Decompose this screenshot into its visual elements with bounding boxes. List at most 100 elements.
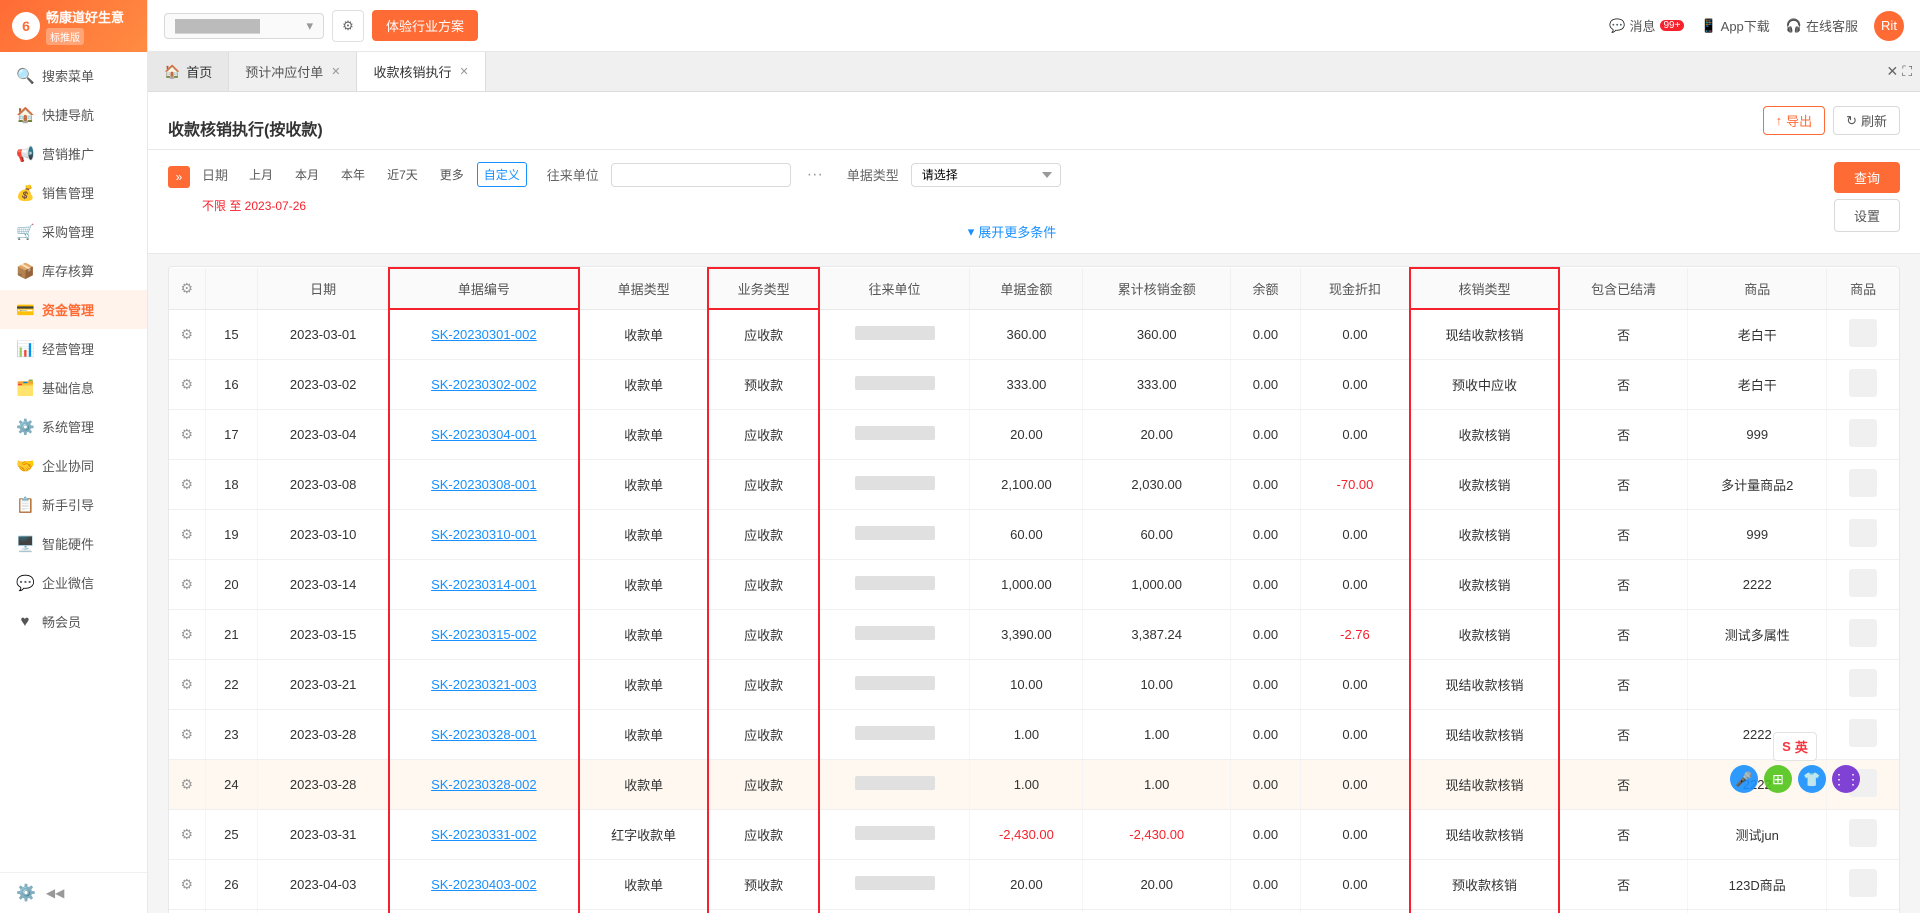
date-btn-this-month[interactable]: 本月 — [286, 162, 328, 187]
td-balance: 0.00 — [1230, 659, 1300, 709]
voucher-no-link[interactable]: SK-20230308-001 — [431, 477, 537, 492]
td-cash-discount: 0.00 — [1300, 659, 1410, 709]
row-gear-icon[interactable]: ⚙ — [180, 326, 193, 342]
td-date: 2023-03-28 — [258, 759, 389, 809]
td-voucher-no: SK-20230331-002 — [389, 809, 579, 859]
sidebar-item-operations[interactable]: 📊经营管理 — [0, 329, 147, 368]
date-btn-last-month[interactable]: 上月 — [240, 162, 282, 187]
td-voucher-no: SK-20230308-001 — [389, 459, 579, 509]
gear-button[interactable]: ⚙ — [332, 10, 364, 42]
sidebar-icon-operations: 📊 — [16, 340, 34, 358]
td-cumulative: 1.00 — [1083, 709, 1230, 759]
td-amount: 3,390.00 — [970, 609, 1083, 659]
td-date: 2023-03-28 — [258, 709, 389, 759]
sidebar-item-sales[interactable]: 💰销售管理 — [0, 173, 147, 212]
sidebar-item-basic[interactable]: 🗂️基础信息 — [0, 368, 147, 407]
sidebar-item-system[interactable]: ⚙️系统管理 — [0, 407, 147, 446]
td-partner — [819, 759, 970, 809]
row-gear-icon[interactable]: ⚙ — [180, 376, 193, 392]
row-gear-icon[interactable]: ⚙ — [180, 526, 193, 542]
export-button[interactable]: ↑ 导出 — [1763, 106, 1826, 135]
grid-icon[interactable]: ⊞ — [1764, 765, 1792, 793]
voucher-no-link[interactable]: SK-20230331-002 — [431, 827, 537, 842]
workspace-selector[interactable]: ██████████ ▾ — [164, 13, 324, 39]
row-gear-icon[interactable]: ⚙ — [180, 426, 193, 442]
row-gear-icon[interactable]: ⚙ — [180, 576, 193, 592]
tab-payable[interactable]: 预计冲应付单 ✕ — [229, 52, 357, 91]
apps-icon[interactable]: ⋮⋮ — [1832, 765, 1860, 793]
voucher-type-select[interactable]: 请选择 — [911, 163, 1061, 187]
user-avatar[interactable]: Rit — [1874, 11, 1904, 41]
settings-icon[interactable]: ⚙️ — [16, 883, 36, 903]
sidebar-item-shortcut[interactable]: 🏠快捷导航 — [0, 95, 147, 134]
td-partner — [819, 409, 970, 459]
sidebar-item-purchase[interactable]: 🛒采购管理 — [0, 212, 147, 251]
tab-home[interactable]: 🏠 首页 — [148, 52, 229, 91]
watermark-brand: S 英 — [1773, 732, 1817, 761]
sidebar-item-wechat[interactable]: 💬企业微信 — [0, 563, 147, 602]
shirt-icon[interactable]: 👕 — [1798, 765, 1826, 793]
td-biz-type: 应收款 — [708, 309, 818, 359]
date-btn-more[interactable]: 更多 — [431, 162, 473, 187]
tab-collection[interactable]: 收款核销执行 ✕ — [357, 52, 485, 91]
row-gear-icon[interactable]: ⚙ — [180, 476, 193, 492]
td-row-no: 20 — [205, 559, 258, 609]
row-gear-icon[interactable]: ⚙ — [180, 676, 193, 692]
query-button[interactable]: 查询 — [1834, 162, 1900, 193]
sidebar-item-marketing[interactable]: 📢营销推广 — [0, 134, 147, 173]
mic-icon[interactable]: 🎤 — [1730, 765, 1758, 793]
voucher-no-link[interactable]: SK-20230304-001 — [431, 427, 537, 442]
row-gear-icon[interactable]: ⚙ — [180, 726, 193, 742]
logo: 6 畅康道好生意 标推版 — [0, 0, 147, 52]
table-row: ⚙ 16 2023-03-02 SK-20230302-002 收款单 预收款 … — [169, 359, 1899, 409]
sidebar-item-guide[interactable]: 📋新手引导 — [0, 485, 147, 524]
td-biz-type: 应收款 — [708, 559, 818, 609]
row-gear-icon[interactable]: ⚙ — [180, 626, 193, 642]
tab-close-all-icon[interactable]: ✕ — [1886, 63, 1898, 80]
td-voucher-type: 收款单 — [579, 609, 709, 659]
date-btn-this-year[interactable]: 本年 — [332, 162, 374, 187]
filter-settings-button[interactable]: 设置 — [1834, 199, 1900, 232]
voucher-no-link[interactable]: SK-20230302-002 — [431, 377, 537, 392]
partner-dots-icon[interactable]: ··· — [803, 166, 827, 184]
topbar-left: ██████████ ▾ ⚙ 体验行业方案 — [164, 10, 1597, 42]
sidebar-item-finance[interactable]: 💳资金管理 — [0, 290, 147, 329]
column-settings-icon[interactable]: ⚙ — [180, 280, 193, 296]
voucher-no-link[interactable]: SK-20230321-003 — [431, 677, 537, 692]
app-download-item[interactable]: 📱 App下载 — [1700, 16, 1769, 35]
td-balance: 0.00 — [1230, 909, 1300, 913]
industry-btn[interactable]: 体验行业方案 — [372, 10, 478, 41]
voucher-no-link[interactable]: SK-20230328-002 — [431, 777, 537, 792]
td-product-img — [1827, 859, 1899, 909]
messages-item[interactable]: 💬 消息 99+ — [1609, 16, 1684, 35]
collapse-icon[interactable]: ◀◀ — [46, 886, 64, 900]
tab-expand-icon[interactable]: ⛶ — [1902, 63, 1912, 80]
sidebar-item-hardware[interactable]: 🖥️智能硬件 — [0, 524, 147, 563]
refresh-button[interactable]: ↻ 刷新 — [1833, 106, 1900, 135]
sidebar-item-search[interactable]: 🔍搜索菜单 — [0, 56, 147, 95]
row-gear-icon[interactable]: ⚙ — [180, 876, 193, 892]
tab-close-icon[interactable]: ✕ — [331, 65, 340, 78]
tab-close-icon-active[interactable]: ✕ — [459, 65, 468, 78]
chevron-down-icon: ▾ — [968, 224, 975, 240]
td-cancel-type: 收款核销 — [1410, 559, 1559, 609]
sidebar-item-enterprise[interactable]: 🤝企业协同 — [0, 446, 147, 485]
partner-input[interactable] — [611, 163, 791, 187]
date-custom-btn[interactable]: 自定义 — [477, 162, 527, 187]
voucher-no-link[interactable]: SK-20230301-002 — [431, 327, 537, 342]
sidebar-item-inventory[interactable]: 📦库存核算 — [0, 251, 147, 290]
expand-more-btn[interactable]: ▾ 展开更多条件 — [968, 222, 1057, 241]
voucher-no-link[interactable]: SK-20230314-001 — [431, 577, 537, 592]
sidebar-footer: ⚙️ ◀◀ — [0, 872, 147, 913]
row-gear-icon[interactable]: ⚙ — [180, 776, 193, 792]
date-btn-7days[interactable]: 近7天 — [378, 162, 427, 187]
voucher-no-link[interactable]: SK-20230315-002 — [431, 627, 537, 642]
voucher-no-link[interactable]: SK-20230328-001 — [431, 727, 537, 742]
online-service-item[interactable]: 🎧 在线客服 — [1786, 16, 1858, 35]
voucher-no-link[interactable]: SK-20230310-001 — [431, 527, 537, 542]
row-gear-icon[interactable]: ⚙ — [180, 826, 193, 842]
filter-toggle[interactable]: » — [168, 166, 190, 188]
sidebar-icon-hardware: 🖥️ — [16, 535, 34, 553]
sidebar-item-vip[interactable]: ♥畅会员 — [0, 602, 147, 641]
voucher-no-link[interactable]: SK-20230403-002 — [431, 877, 537, 892]
